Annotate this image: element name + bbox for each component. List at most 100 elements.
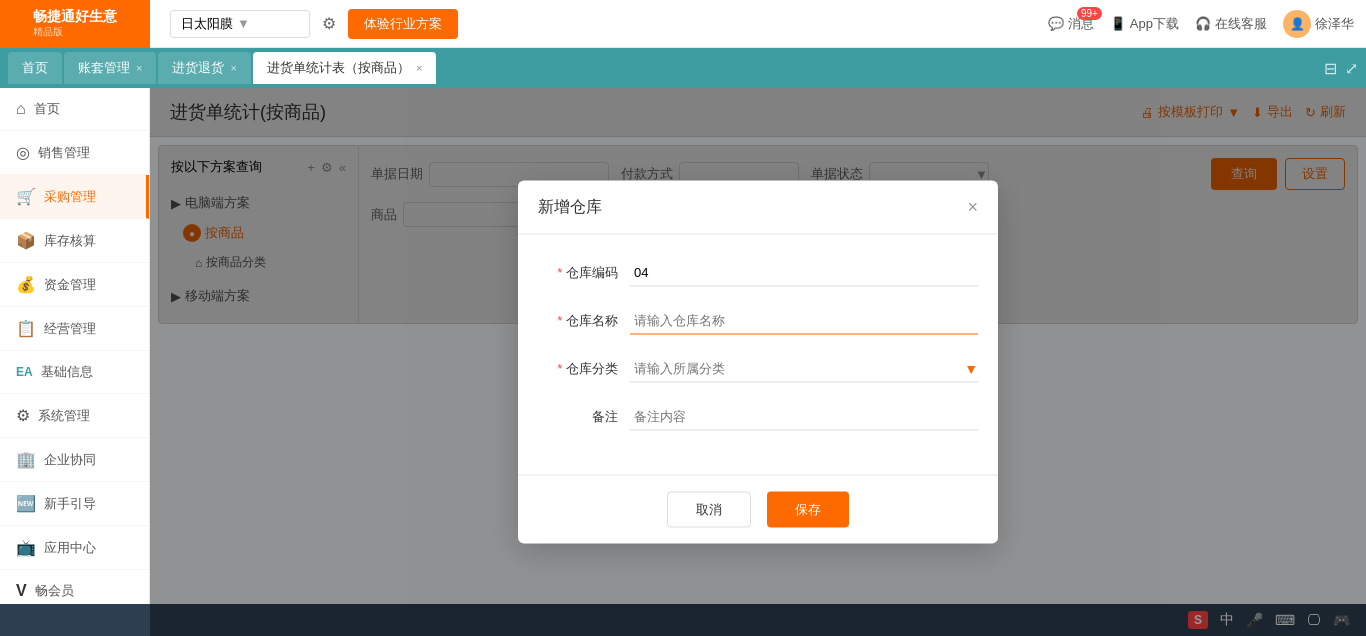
sidebar-item-purchase[interactable]: 🛒 采购管理 [0, 175, 149, 219]
sidebar-item-appcenter[interactable]: 📺 应用中心 [0, 526, 149, 570]
warehouse-code-input[interactable] [630, 259, 978, 287]
dialog-body: * 仓库编码 * 仓库名称 * 仓库分类 [518, 235, 998, 475]
tab-home[interactable]: 首页 [8, 52, 62, 84]
category-select-wrapper: ▼ [630, 355, 978, 383]
mobile-icon: 📱 [1110, 16, 1126, 31]
sidebar-item-vip-label: 畅会员 [35, 582, 74, 600]
sidebar-item-inventory[interactable]: 📦 库存核算 [0, 219, 149, 263]
sales-icon: ◎ [16, 143, 30, 162]
basic-icon: EA [16, 365, 33, 379]
tab-purchase-return-label: 进货退货 [172, 59, 224, 77]
form-row-name: * 仓库名称 [538, 307, 978, 335]
tab-purchase-stats[interactable]: 进货单统计表（按商品） × [253, 52, 436, 84]
save-button[interactable]: 保存 [767, 492, 849, 528]
message-icon: 💬 [1048, 16, 1064, 31]
main-layout: ⌂ 首页 ◎ 销售管理 🛒 采购管理 📦 库存核算 💰 资金管理 📋 经营管理 … [0, 88, 1366, 636]
cancel-button[interactable]: 取消 [667, 492, 751, 528]
dialog-footer: 取消 保存 [518, 475, 998, 544]
name-required-star: * [557, 313, 566, 328]
avatar: 👤 [1283, 10, 1311, 38]
sidebar-item-purchase-label: 采购管理 [44, 188, 96, 206]
tab-bar: 首页 账套管理 × 进货退货 × 进货单统计表（按商品） × ⊟ ⤢ [0, 48, 1366, 88]
headset-icon: 🎧 [1195, 16, 1211, 31]
online-service-nav-item[interactable]: 🎧 在线客服 [1195, 15, 1267, 33]
sidebar-item-operation[interactable]: 📋 经营管理 [0, 307, 149, 351]
enterprise-icon: 🏢 [16, 450, 36, 469]
dialog-close-icon[interactable]: × [967, 197, 978, 218]
messages-nav-item[interactable]: 💬 消息 99+ [1048, 15, 1094, 33]
sidebar-item-guide[interactable]: 🆕 新手引导 [0, 482, 149, 526]
tab-purchase-return[interactable]: 进货退货 × [158, 52, 250, 84]
finance-icon: 💰 [16, 275, 36, 294]
home-icon: ⌂ [16, 100, 26, 118]
tab-purchase-return-close-icon[interactable]: × [230, 62, 236, 74]
appcenter-icon: 📺 [16, 538, 36, 557]
username-label: 徐泽华 [1315, 15, 1354, 33]
store-name: 日太阳膜 [181, 15, 233, 33]
dropdown-arrow-icon: ▼ [237, 16, 250, 31]
sidebar-item-inventory-label: 库存核算 [44, 232, 96, 250]
settings-icon[interactable]: ⚙ [318, 10, 340, 37]
logo: 畅捷通好生意 精品版 [0, 0, 150, 48]
tab-home-label: 首页 [22, 59, 48, 77]
maximize-window-icon[interactable]: ⤢ [1345, 59, 1358, 78]
dialog-header: 新增仓库 × [518, 181, 998, 235]
operation-icon: 📋 [16, 319, 36, 338]
new-warehouse-dialog: 新增仓库 × * 仓库编码 * 仓库名称 [518, 181, 998, 544]
tab-account-management[interactable]: 账套管理 × [64, 52, 156, 84]
vip-icon: V [16, 582, 27, 600]
tab-account-label: 账套管理 [78, 59, 130, 77]
warehouse-note-input[interactable] [630, 403, 978, 431]
logo-edition: 精品版 [33, 25, 117, 39]
form-row-code: * 仓库编码 [538, 259, 978, 287]
sidebar-item-guide-label: 新手引导 [44, 495, 96, 513]
sidebar-item-system-label: 系统管理 [38, 407, 90, 425]
category-label: * 仓库分类 [538, 360, 618, 378]
restore-window-icon[interactable]: ⊟ [1324, 59, 1337, 78]
sidebar-item-basic[interactable]: EA 基础信息 [0, 351, 149, 394]
form-row-category: * 仓库分类 ▼ [538, 355, 978, 383]
sidebar-item-sales[interactable]: ◎ 销售管理 [0, 131, 149, 175]
sidebar-item-finance-label: 资金管理 [44, 276, 96, 294]
trial-button[interactable]: 体验行业方案 [348, 9, 458, 39]
sidebar-item-operation-label: 经营管理 [44, 320, 96, 338]
store-selector[interactable]: 日太阳膜 ▼ [170, 10, 310, 38]
top-navbar: 畅捷通好生意 精品版 日太阳膜 ▼ ⚙ 体验行业方案 💬 消息 99+ 📱 Ap… [0, 0, 1366, 48]
warehouse-name-input[interactable] [630, 307, 978, 335]
user-nav-item[interactable]: 👤 徐泽华 [1283, 10, 1354, 38]
content-area: 进货单统计(按商品) 🖨 按模板打印 ▼ ⬇ 导出 ↻ 刷新 [150, 88, 1366, 636]
system-icon: ⚙ [16, 406, 30, 425]
sidebar-item-enterprise-label: 企业协同 [44, 451, 96, 469]
name-label: * 仓库名称 [538, 312, 618, 330]
sidebar-item-finance[interactable]: 💰 资金管理 [0, 263, 149, 307]
top-right-actions: 💬 消息 99+ 📱 App下载 🎧 在线客服 👤 徐泽华 [1048, 10, 1354, 38]
app-download-nav-item[interactable]: 📱 App下载 [1110, 15, 1179, 33]
category-select-input[interactable] [630, 355, 964, 382]
code-label: * 仓库编码 [538, 264, 618, 282]
tab-purchase-stats-label: 进货单统计表（按商品） [267, 59, 410, 77]
tab-purchase-stats-close-icon[interactable]: × [416, 62, 422, 74]
sidebar-item-sales-label: 销售管理 [38, 144, 90, 162]
message-badge: 99+ [1077, 7, 1102, 20]
category-required-star: * [557, 361, 566, 376]
category-dropdown-icon[interactable]: ▼ [964, 360, 978, 376]
app-download-label: App下载 [1130, 15, 1179, 33]
sidebar-item-basic-label: 基础信息 [41, 363, 93, 381]
inventory-icon: 📦 [16, 231, 36, 250]
tab-window-actions: ⊟ ⤢ [1324, 59, 1358, 78]
dialog-title: 新增仓库 [538, 197, 602, 218]
code-required-star: * [557, 265, 566, 280]
guide-icon: 🆕 [16, 494, 36, 513]
sidebar-item-home-label: 首页 [34, 100, 60, 118]
sidebar-item-home[interactable]: ⌂ 首页 [0, 88, 149, 131]
avatar-icon: 👤 [1290, 17, 1305, 31]
logo-brand: 畅捷通好生意 [33, 8, 117, 25]
form-row-note: 备注 [538, 403, 978, 431]
online-service-label: 在线客服 [1215, 15, 1267, 33]
note-label: 备注 [538, 408, 618, 426]
sidebar: ⌂ 首页 ◎ 销售管理 🛒 采购管理 📦 库存核算 💰 资金管理 📋 经营管理 … [0, 88, 150, 636]
sidebar-item-appcenter-label: 应用中心 [44, 539, 96, 557]
sidebar-item-system[interactable]: ⚙ 系统管理 [0, 394, 149, 438]
sidebar-item-enterprise[interactable]: 🏢 企业协同 [0, 438, 149, 482]
tab-account-close-icon[interactable]: × [136, 62, 142, 74]
